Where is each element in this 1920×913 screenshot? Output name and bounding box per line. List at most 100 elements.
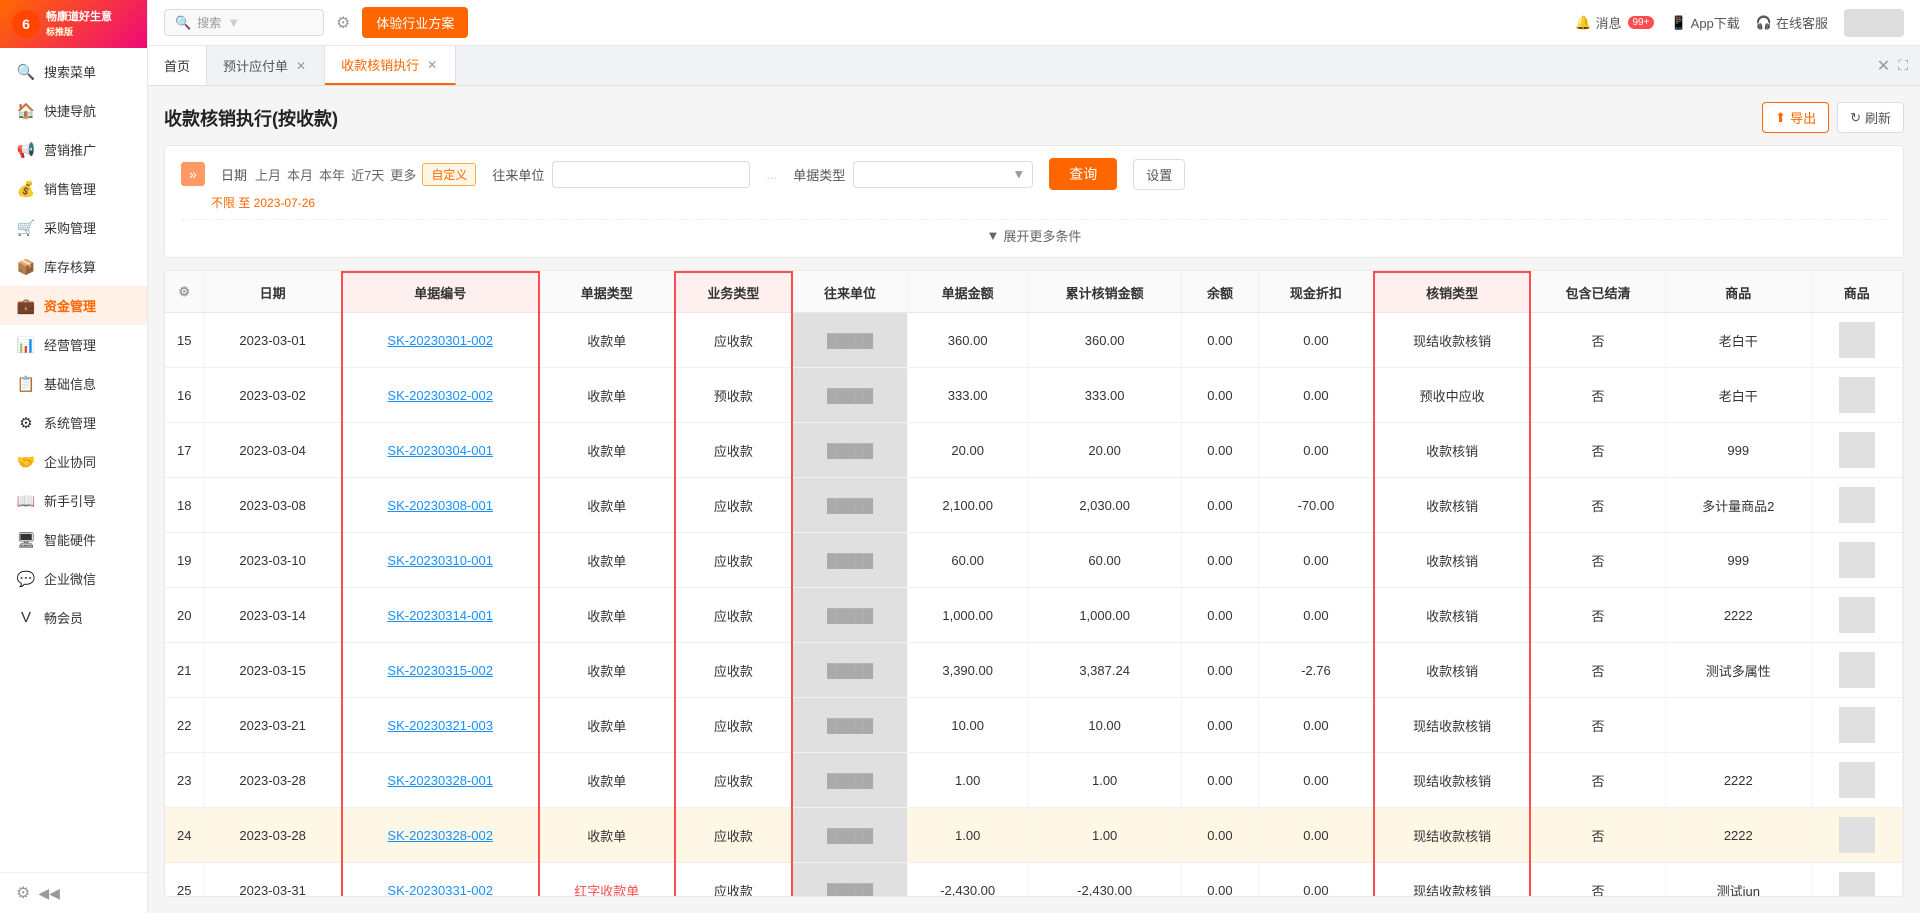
sidebar-item-guide[interactable]: 📖 新手引导 — [0, 481, 147, 520]
sidebar-item-wechat[interactable]: 💬 企业微信 — [0, 559, 147, 598]
th-settings[interactable]: ⚙ — [165, 272, 204, 313]
tab-home[interactable]: 首页 — [148, 46, 207, 85]
settings-icon[interactable]: ⚙ — [16, 883, 30, 903]
td-cancel-amount: 360.00 — [1028, 313, 1182, 368]
sidebar-item-sales[interactable]: 💰 销售管理 — [0, 169, 147, 208]
finance-icon: 💼 — [16, 297, 36, 315]
date-last-month[interactable]: 上月 — [255, 165, 281, 184]
table-row: 22 2023-03-21 SK-20230321-003 收款单 应收款 ██… — [165, 698, 1903, 753]
td-balance: 0.00 — [1182, 588, 1258, 643]
bill-no-link[interactable]: SK-20230328-001 — [387, 773, 493, 788]
td-balance: 0.00 — [1182, 698, 1258, 753]
bill-no-link[interactable]: SK-20230302-002 — [387, 388, 493, 403]
expand-more-button[interactable]: ▼ 展开更多条件 — [181, 219, 1887, 245]
td-partner: █████ — [792, 533, 908, 588]
td-bill-no: SK-20230314-001 — [342, 588, 539, 643]
bill-type-select[interactable] — [853, 161, 1033, 188]
sidebar-item-marketing[interactable]: 📢 营销推广 — [0, 130, 147, 169]
bill-no-link[interactable]: SK-20230321-003 — [387, 718, 493, 733]
th-include-clear: 包含已结清 — [1530, 272, 1666, 313]
gear-icon[interactable]: ⚙ — [336, 13, 350, 33]
date-7days[interactable]: 近7天 — [351, 165, 384, 184]
sidebar-item-finance[interactable]: 💼 资金管理 — [0, 286, 147, 325]
date-this-year[interactable]: 本年 — [319, 165, 345, 184]
td-bill-type: 收款单 — [539, 423, 675, 478]
tab-window-close[interactable]: ✕ — [1877, 56, 1890, 76]
sidebar-item-inventory[interactable]: 📦 库存核算 — [0, 247, 147, 286]
bill-no-link[interactable]: SK-20230301-002 — [387, 333, 493, 348]
bill-no-link[interactable]: SK-20230328-002 — [387, 828, 493, 843]
sidebar-item-hardware[interactable]: 🖥 智能硬件 — [0, 520, 147, 559]
bill-no-link[interactable]: SK-20230304-001 — [387, 443, 493, 458]
collapse-icon[interactable]: ◀◀ — [38, 885, 60, 902]
td-product2 — [1811, 533, 1902, 588]
sales-label: 销售管理 — [44, 179, 96, 198]
th-date: 日期 — [204, 272, 342, 313]
date-more[interactable]: 更多 — [390, 165, 416, 184]
td-include-clear: 否 — [1530, 313, 1666, 368]
sidebar-item-purchase[interactable]: 🛒 采购管理 — [0, 208, 147, 247]
td-bill-no: SK-20230310-001 — [342, 533, 539, 588]
td-amount: 1.00 — [908, 753, 1028, 808]
hardware-label: 智能硬件 — [44, 530, 96, 549]
td-balance: 0.00 — [1182, 863, 1258, 898]
td-bill-no: SK-20230321-003 — [342, 698, 539, 753]
customer-input[interactable] — [552, 161, 750, 188]
user-avatar[interactable] — [1844, 9, 1904, 37]
td-amount: 10.00 — [908, 698, 1028, 753]
date-custom[interactable]: 自定义 — [422, 163, 476, 186]
td-include-clear: 否 — [1530, 698, 1666, 753]
td-biz-type: 应收款 — [675, 753, 792, 808]
bill-no-link[interactable]: SK-20230308-001 — [387, 498, 493, 513]
bill-no-link[interactable]: SK-20230314-001 — [387, 608, 493, 623]
td-discount: 0.00 — [1258, 368, 1374, 423]
prepay-tab-close[interactable]: ✕ — [294, 57, 308, 75]
td-product2 — [1811, 863, 1902, 898]
filter-panel: » 日期 上月 本月 本年 近7天 更多 自定义 往来单位 — [164, 145, 1904, 258]
td-bill-type: 收款单 — [539, 643, 675, 698]
sidebar-item-search[interactable]: 🔍 搜索菜单 — [0, 52, 147, 91]
bill-type-label: 单据类型 — [793, 165, 845, 184]
td-cancel-type: 收款核销 — [1374, 643, 1530, 698]
query-button[interactable]: 查询 — [1049, 158, 1117, 190]
td-biz-type: 应收款 — [675, 808, 792, 863]
search-label: 搜索菜单 — [44, 62, 96, 81]
app-download-button[interactable]: 📱 App下载 — [1670, 13, 1739, 32]
bill-no-link[interactable]: SK-20230331-002 — [387, 883, 493, 898]
header-search[interactable]: 🔍 搜索 ▼ — [164, 9, 324, 36]
td-cancel-amount: 20.00 — [1028, 423, 1182, 478]
td-product2 — [1811, 588, 1902, 643]
sidebar-item-operations[interactable]: 📊 经营管理 — [0, 325, 147, 364]
sidebar-item-quicknav[interactable]: 🏠 快捷导航 — [0, 91, 147, 130]
tab-prepay[interactable]: 预计应付单 ✕ — [207, 46, 325, 85]
sidebar-bottom: ⚙ ◀◀ — [0, 872, 147, 913]
td-product: 老白干 — [1665, 313, 1811, 368]
tab-fullscreen[interactable]: ⛶ — [1898, 57, 1908, 74]
td-cancel-amount: 333.00 — [1028, 368, 1182, 423]
td-date: 2023-03-01 — [204, 313, 342, 368]
td-cancel-type: 收款核销 — [1374, 588, 1530, 643]
sidebar-item-enterprise[interactable]: 🤝 企业协同 — [0, 442, 147, 481]
date-this-month[interactable]: 本月 — [287, 165, 313, 184]
td-bill-type: 收款单 — [539, 368, 675, 423]
notification-button[interactable]: 🔔 消息 99+ — [1575, 13, 1654, 32]
sidebar-item-system[interactable]: ⚙ 系统管理 — [0, 403, 147, 442]
td-include-clear: 否 — [1530, 808, 1666, 863]
bill-no-link[interactable]: SK-20230310-001 — [387, 553, 493, 568]
filter-settings-button[interactable]: 设置 — [1133, 159, 1185, 190]
sidebar-item-basic[interactable]: 📋 基础信息 — [0, 364, 147, 403]
export-button[interactable]: ⬆ 导出 — [1762, 102, 1829, 133]
refresh-button[interactable]: ↻ 刷新 — [1837, 102, 1904, 133]
settings-gear-icon[interactable]: ⚙ — [178, 284, 190, 299]
collapse-filter-button[interactable]: » — [181, 162, 205, 186]
search-icon: 🔍 — [175, 15, 191, 31]
bill-no-link[interactable]: SK-20230315-002 — [387, 663, 493, 678]
purchase-icon: 🛒 — [16, 219, 36, 237]
tab-cancel[interactable]: 收款核销执行 ✕ — [325, 46, 456, 85]
experience-button[interactable]: 体验行业方案 — [362, 7, 468, 38]
online-service-button[interactable]: 🎧 在线客服 — [1756, 13, 1828, 32]
cancel-tab-close[interactable]: ✕ — [425, 56, 439, 74]
sidebar-item-member[interactable]: V 畅会员 — [0, 598, 147, 637]
td-product: 999 — [1665, 423, 1811, 478]
td-discount: 0.00 — [1258, 588, 1374, 643]
